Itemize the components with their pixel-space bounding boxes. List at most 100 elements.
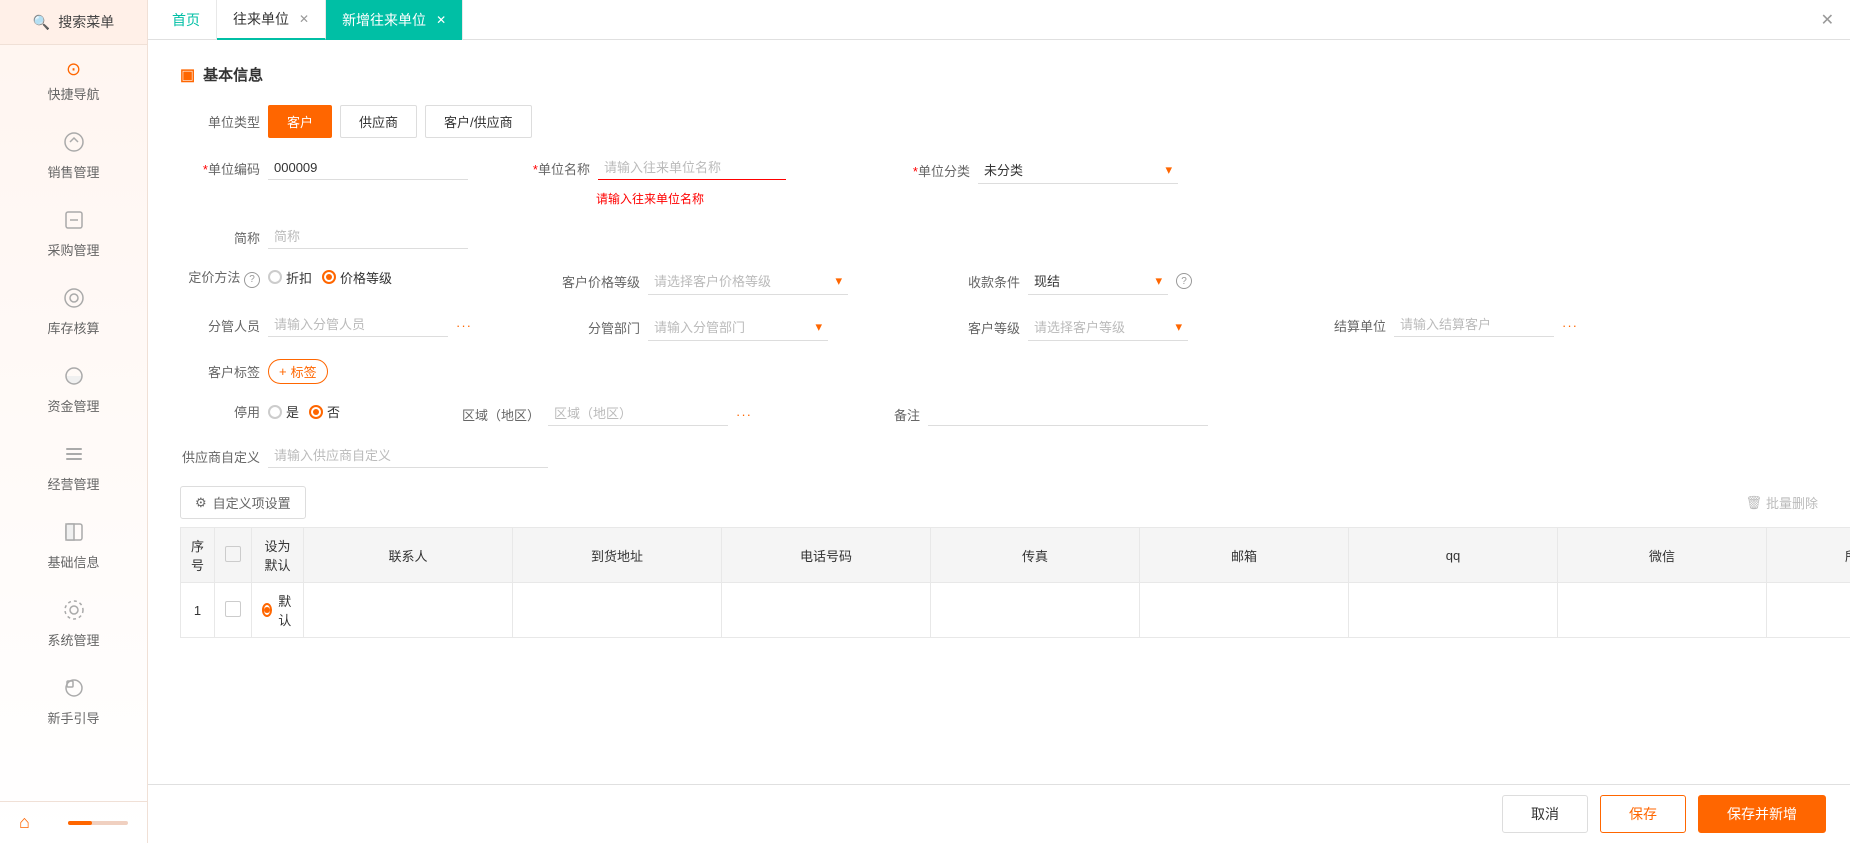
row-region	[1767, 583, 1850, 638]
manager-more-icon[interactable]: ···	[456, 318, 472, 333]
sidebar-item-operations[interactable]: 经营管理	[0, 429, 147, 507]
address-input[interactable]	[523, 599, 711, 622]
col-qq: qq	[1349, 528, 1558, 583]
sidebar-progress	[68, 821, 128, 825]
dept-group: 分管部门 请输入分管部门 ▾	[560, 313, 940, 341]
qq-input[interactable]	[1359, 599, 1547, 622]
sidebar-item-label: 快捷导航	[47, 84, 99, 103]
category-chevron-icon: ▾	[1165, 162, 1172, 178]
tag-add-label: 标签	[291, 362, 317, 381]
section-icon: ▣	[180, 65, 195, 85]
sidebar-item-label: 资金管理	[47, 396, 99, 415]
tab-counterparty[interactable]: 往来单位 ✕	[217, 0, 326, 40]
sidebar-item-sales[interactable]: 销售管理	[0, 117, 147, 195]
gear-icon: ⚙	[195, 495, 207, 511]
quicknav-icon: ⊙	[66, 59, 81, 80]
customer-level-label: 客户等级	[940, 318, 1020, 337]
save-and-new-button[interactable]: 保存并新增	[1698, 795, 1826, 833]
disable-no[interactable]: 否	[309, 402, 340, 421]
pricing-info-icon[interactable]: ?	[244, 272, 260, 288]
supplier-custom-input[interactable]	[268, 444, 548, 468]
row-default-radio[interactable]: 默认	[262, 591, 293, 629]
pricing-radio-discount[interactable]: 折扣	[268, 268, 312, 287]
sidebar-item-funds[interactable]: 资金管理	[0, 351, 147, 429]
col-region: 所在地区	[1767, 528, 1850, 583]
discount-label: 折扣	[286, 268, 312, 287]
table-row: 1 默认	[181, 583, 1850, 638]
region-more-icon[interactable]: ···	[736, 407, 752, 422]
table-body: 1 默认	[181, 583, 1850, 638]
sidebar-item-system[interactable]: 系统管理	[0, 585, 147, 663]
tab-counterparty-close[interactable]: ✕	[299, 12, 309, 26]
cancel-button[interactable]: 取消	[1502, 795, 1588, 833]
customer-level-select[interactable]: 请选择客户等级 ▾	[1028, 313, 1188, 341]
home-bottom-icon[interactable]: ⌂	[19, 812, 30, 833]
dept-select[interactable]: 请输入分管部门 ▾	[648, 313, 828, 341]
name-input[interactable]	[598, 156, 786, 180]
payment-select[interactable]: 现结 ▾	[1028, 267, 1168, 295]
no-radio-circle	[309, 405, 323, 419]
sidebar-search[interactable]: 🔍 搜索菜单	[0, 0, 147, 45]
disable-label: 停用	[180, 402, 260, 421]
discount-radio-circle	[268, 270, 282, 284]
fax-input[interactable]	[941, 599, 1129, 622]
email-input[interactable]	[1150, 599, 1338, 622]
unit-type-customer-btn[interactable]: 客户	[268, 105, 332, 138]
customer-price-select[interactable]: 请选择客户价格等级 ▾	[648, 267, 848, 295]
row-region-input[interactable]	[1777, 599, 1850, 622]
sidebar-item-inventory[interactable]: 库存核算	[0, 273, 147, 351]
category-label: *单位分类	[890, 161, 970, 180]
section-title-label: 基本信息	[203, 64, 263, 85]
disable-yes[interactable]: 是	[268, 402, 299, 421]
tag-row: 客户标签 + 标签	[180, 359, 1818, 384]
tab-bar-close-btn[interactable]: ✕	[1813, 10, 1842, 30]
contact-input[interactable]	[314, 599, 502, 622]
code-label: *单位编码	[180, 159, 260, 178]
phone-input[interactable]	[732, 599, 920, 622]
settlement-input[interactable]	[1394, 313, 1554, 337]
basicinfo-icon	[63, 521, 85, 548]
sidebar-item-quicknav[interactable]: ⊙ 快捷导航	[0, 45, 147, 117]
unit-type-supplier-btn[interactable]: 供应商	[340, 105, 417, 138]
tab-bar: 首页 往来单位 ✕ 新增往来单位 ✕ ✕	[148, 0, 1850, 40]
manager-input[interactable]	[268, 313, 448, 337]
tab-new-close[interactable]: ✕	[436, 13, 446, 27]
shortname-input[interactable]	[268, 225, 468, 249]
remark-input[interactable]	[928, 402, 1208, 426]
code-input[interactable]	[268, 156, 468, 180]
category-group: *单位分类 未分类 ▾	[890, 156, 1240, 184]
tab-home[interactable]: 首页	[156, 0, 217, 40]
unit-type-both-btn[interactable]: 客户/供应商	[425, 105, 532, 138]
sidebar-item-basicinfo[interactable]: 基础信息	[0, 507, 147, 585]
save-button[interactable]: 保存	[1600, 795, 1686, 833]
col-address: 到货地址	[513, 528, 722, 583]
region-input[interactable]	[548, 402, 728, 426]
sidebar: 🔍 搜索菜单 ⊙ 快捷导航 销售管理 采购管理 库存核算 资金管理 经营管理	[0, 0, 148, 843]
shortname-label: 简称	[180, 228, 260, 247]
purchase-icon	[63, 209, 85, 236]
sidebar-item-label: 系统管理	[47, 630, 99, 649]
payment-label: 收款条件	[940, 272, 1020, 291]
dept-placeholder: 请输入分管部门	[654, 317, 745, 336]
sidebar-item-label: 采购管理	[47, 240, 99, 259]
funds-icon	[63, 365, 85, 392]
sidebar-item-label: 新手引导	[47, 708, 99, 727]
level-radio-circle	[322, 270, 336, 284]
wechat-input[interactable]	[1568, 599, 1756, 622]
no-label: 否	[327, 402, 340, 421]
row-checkbox[interactable]	[225, 601, 241, 617]
col-email: 邮箱	[1140, 528, 1349, 583]
tab-new-counterparty[interactable]: 新增往来单位 ✕	[326, 0, 463, 40]
inventory-icon	[63, 287, 85, 314]
batch-delete-btn[interactable]: 🗑 批量删除	[1745, 493, 1818, 512]
custom-settings-btn[interactable]: ⚙ 自定义项设置	[180, 486, 306, 519]
col-default: 设为默认	[252, 528, 304, 583]
sidebar-item-guide[interactable]: 新手引导	[0, 663, 147, 741]
category-select[interactable]: 未分类 ▾	[978, 156, 1178, 184]
sidebar-item-purchase[interactable]: 采购管理	[0, 195, 147, 273]
payment-info-icon[interactable]: ?	[1176, 273, 1192, 289]
pricing-radio-level[interactable]: 价格等级	[322, 268, 392, 287]
settlement-more-icon[interactable]: ···	[1562, 318, 1578, 333]
select-all-checkbox[interactable]	[225, 546, 241, 562]
tag-add-btn[interactable]: + 标签	[268, 359, 328, 384]
